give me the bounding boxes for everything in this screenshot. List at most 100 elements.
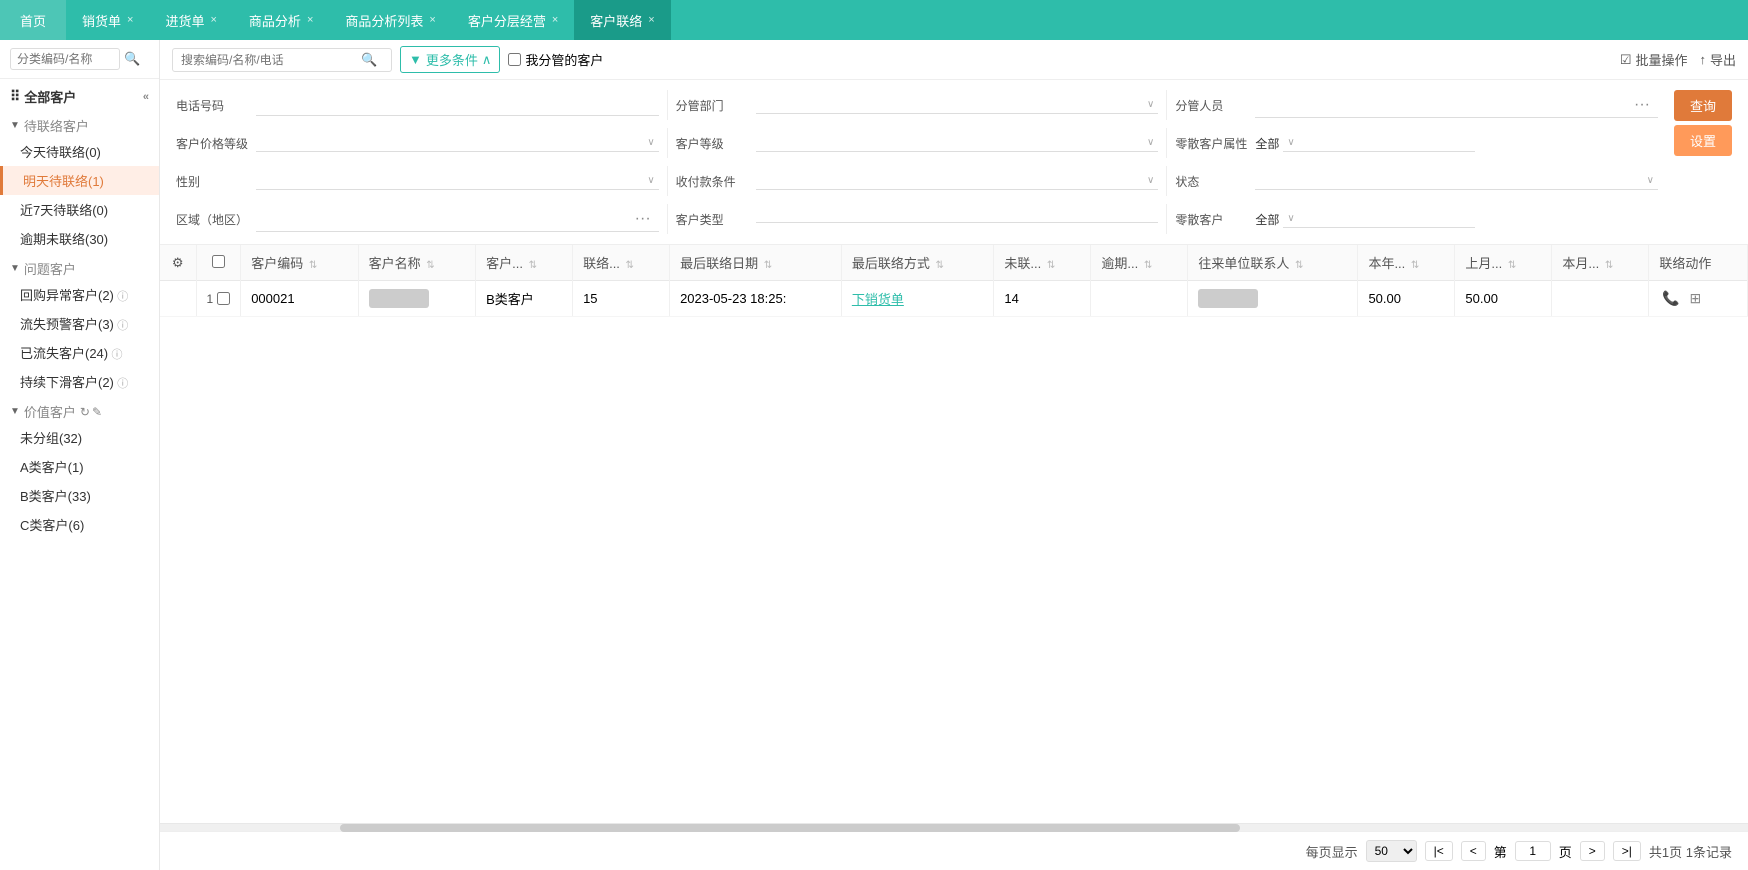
next-page-button[interactable]: >: [1580, 841, 1605, 861]
nav-sales-order[interactable]: 销货单 ×: [66, 0, 149, 40]
filter-row-2: 客户价格等级 ∨ 客户等级 ∨: [176, 128, 1658, 158]
payment-arrow: ∨: [1147, 175, 1154, 186]
retail-attr-arrow: ∨: [1287, 137, 1294, 148]
sort-icon-uncontacted: ⇅: [1047, 260, 1055, 271]
close-customer-stratification-icon[interactable]: ×: [552, 14, 558, 26]
person-more-icon[interactable]: ···: [1630, 96, 1654, 114]
sidebar-item-tomorrow-contact[interactable]: 明天待联络(1): [0, 166, 159, 195]
retail-attr-select[interactable]: ∨: [1283, 134, 1474, 152]
sidebar-pending-contact-group[interactable]: 待联络客户: [0, 110, 159, 137]
nav-purchase-order[interactable]: 进货单 ×: [149, 0, 232, 40]
col-customer-code[interactable]: 客户编码 ⇅: [241, 245, 358, 281]
sidebar-item-declining[interactable]: 持续下滑客户(2) ⓘ: [0, 367, 159, 396]
close-product-analysis-list-icon[interactable]: ×: [429, 14, 435, 26]
horizontal-scrollbar[interactable]: [160, 823, 1748, 831]
query-button[interactable]: 查询: [1674, 90, 1732, 121]
info-icon: ⓘ: [117, 291, 128, 303]
per-page-select[interactable]: 50 100 200: [1366, 840, 1417, 862]
col-last-contact-method[interactable]: 最后联络方式 ⇅: [841, 245, 994, 281]
col-this-month[interactable]: 本月... ⇅: [1552, 245, 1649, 281]
close-product-analysis-icon[interactable]: ×: [307, 14, 313, 26]
pagination-footer: 每页显示 50 100 200 |< < 第 页 > >| 共1页 1条记录: [160, 831, 1748, 870]
sidebar-all-customers[interactable]: ⠿ 全部客户 «: [0, 79, 159, 110]
sidebar-item-churn-warning[interactable]: 流失预警客户(3) ⓘ: [0, 309, 159, 338]
last-page-button[interactable]: >|: [1613, 841, 1641, 861]
sidebar-item-7day-contact[interactable]: 近7天待联络(0): [0, 195, 159, 224]
retail-customer-select[interactable]: ∨: [1283, 210, 1474, 228]
close-customer-contact-icon[interactable]: ×: [648, 14, 654, 26]
first-page-button[interactable]: |<: [1425, 841, 1453, 861]
per-page-label: 每页显示: [1306, 842, 1358, 861]
row-check[interactable]: 1: [196, 281, 241, 317]
prev-page-button[interactable]: <: [1461, 841, 1486, 861]
check-all-checkbox[interactable]: [212, 255, 225, 268]
gender-select[interactable]: ∨: [256, 172, 659, 190]
row-last-contact-method[interactable]: 下销货单: [841, 281, 994, 317]
nav-home[interactable]: 首页: [0, 0, 66, 40]
status-select[interactable]: ∨: [1255, 172, 1658, 190]
sidebar-item-today-contact[interactable]: 今天待联络(0): [0, 137, 159, 166]
sidebar-value-group[interactable]: 价值客户 ↻ ✎: [0, 396, 159, 423]
export-button[interactable]: ↑ 导出: [1699, 50, 1736, 69]
sidebar-problem-group[interactable]: 问题客户: [0, 253, 159, 280]
filter-payment: 收付款条件 ∨: [676, 172, 1159, 190]
customer-level-select[interactable]: ∨: [756, 134, 1159, 152]
price-level-select[interactable]: ∨: [256, 134, 659, 152]
sidebar-item-c-class[interactable]: C类客户(6): [0, 510, 159, 539]
col-last-month[interactable]: 上月... ⇅: [1455, 245, 1552, 281]
close-sales-order-icon[interactable]: ×: [127, 14, 133, 26]
edit-icon[interactable]: ✎: [92, 405, 102, 419]
col-uncontacted[interactable]: 未联... ⇅: [994, 245, 1091, 281]
contact-method-link[interactable]: 下销货单: [852, 292, 904, 307]
batch-ops-button[interactable]: ☑ 批量操作: [1620, 50, 1688, 69]
payment-select[interactable]: ∨: [756, 172, 1159, 190]
nav-customer-contact[interactable]: 客户联络 ×: [574, 0, 670, 40]
retail-customer-arrow: ∨: [1287, 213, 1294, 224]
scrollbar-thumb[interactable]: [340, 824, 1240, 832]
refresh-icon[interactable]: ↻: [80, 405, 90, 419]
row-checkbox[interactable]: [217, 292, 230, 305]
settings-button[interactable]: 设置: [1674, 125, 1732, 156]
person-select[interactable]: ···: [1255, 93, 1658, 118]
sidebar-item-churned[interactable]: 已流失客户(24) ⓘ: [0, 338, 159, 367]
col-last-contact-date[interactable]: 最后联络日期 ⇅: [670, 245, 842, 281]
sidebar-item-b-class[interactable]: B类客户(33): [0, 481, 159, 510]
col-customer-type[interactable]: 客户... ⇅: [476, 245, 573, 281]
collapse-icon[interactable]: «: [143, 91, 149, 103]
region-more-icon[interactable]: ···: [631, 210, 655, 228]
search-icon[interactable]: 🔍: [361, 52, 377, 68]
sort-icon-person: ⇅: [1295, 260, 1303, 271]
export-icon: ↑: [1699, 52, 1706, 67]
customer-type-select[interactable]: [756, 216, 1159, 223]
my-customers-checkbox-label[interactable]: 我分管的客户: [508, 50, 603, 69]
my-customers-checkbox[interactable]: [508, 53, 521, 66]
table-row: 1 000021 ██ B类客户: [160, 281, 1748, 317]
nav-customer-stratification[interactable]: 客户分层经营 ×: [452, 0, 574, 40]
col-check-all[interactable]: [196, 245, 241, 281]
divider-2: [1166, 90, 1167, 120]
region-select[interactable]: ···: [256, 207, 659, 232]
person-label: 分管人员: [1175, 97, 1255, 114]
col-this-year[interactable]: 本年... ⇅: [1358, 245, 1455, 281]
col-gear[interactable]: ⚙: [160, 245, 196, 281]
sidebar-item-overdue-contact[interactable]: 逾期未联络(30): [0, 224, 159, 253]
sidebar-item-a-class[interactable]: A类客户(1): [0, 452, 159, 481]
nav-product-analysis-list[interactable]: 商品分析列表 ×: [329, 0, 451, 40]
sidebar-item-ungrouped[interactable]: 未分组(32): [0, 423, 159, 452]
close-purchase-order-icon[interactable]: ×: [210, 14, 216, 26]
page-number-input[interactable]: [1515, 841, 1551, 861]
search-input[interactable]: [181, 53, 361, 67]
sidebar-search-input[interactable]: [10, 48, 120, 70]
col-contact-count[interactable]: 联络... ⇅: [573, 245, 670, 281]
action-phone-icon[interactable]: 📞: [1662, 290, 1679, 306]
sidebar-item-repurchase-abnormal[interactable]: 回购异常客户(2) ⓘ: [0, 280, 159, 309]
col-contact-person[interactable]: 往来单位联系人 ⇅: [1188, 245, 1358, 281]
sidebar-search-icon[interactable]: 🔍: [124, 51, 140, 67]
col-overdue[interactable]: 逾期... ⇅: [1091, 245, 1188, 281]
phone-input[interactable]: [256, 95, 659, 116]
more-filters-button[interactable]: ▼ 更多条件 ∧: [400, 46, 500, 73]
nav-product-analysis[interactable]: 商品分析 ×: [233, 0, 329, 40]
dept-select[interactable]: ∨: [756, 96, 1159, 114]
col-customer-name[interactable]: 客户名称 ⇅: [358, 245, 475, 281]
action-qr-icon[interactable]: ⊞: [1689, 290, 1701, 306]
